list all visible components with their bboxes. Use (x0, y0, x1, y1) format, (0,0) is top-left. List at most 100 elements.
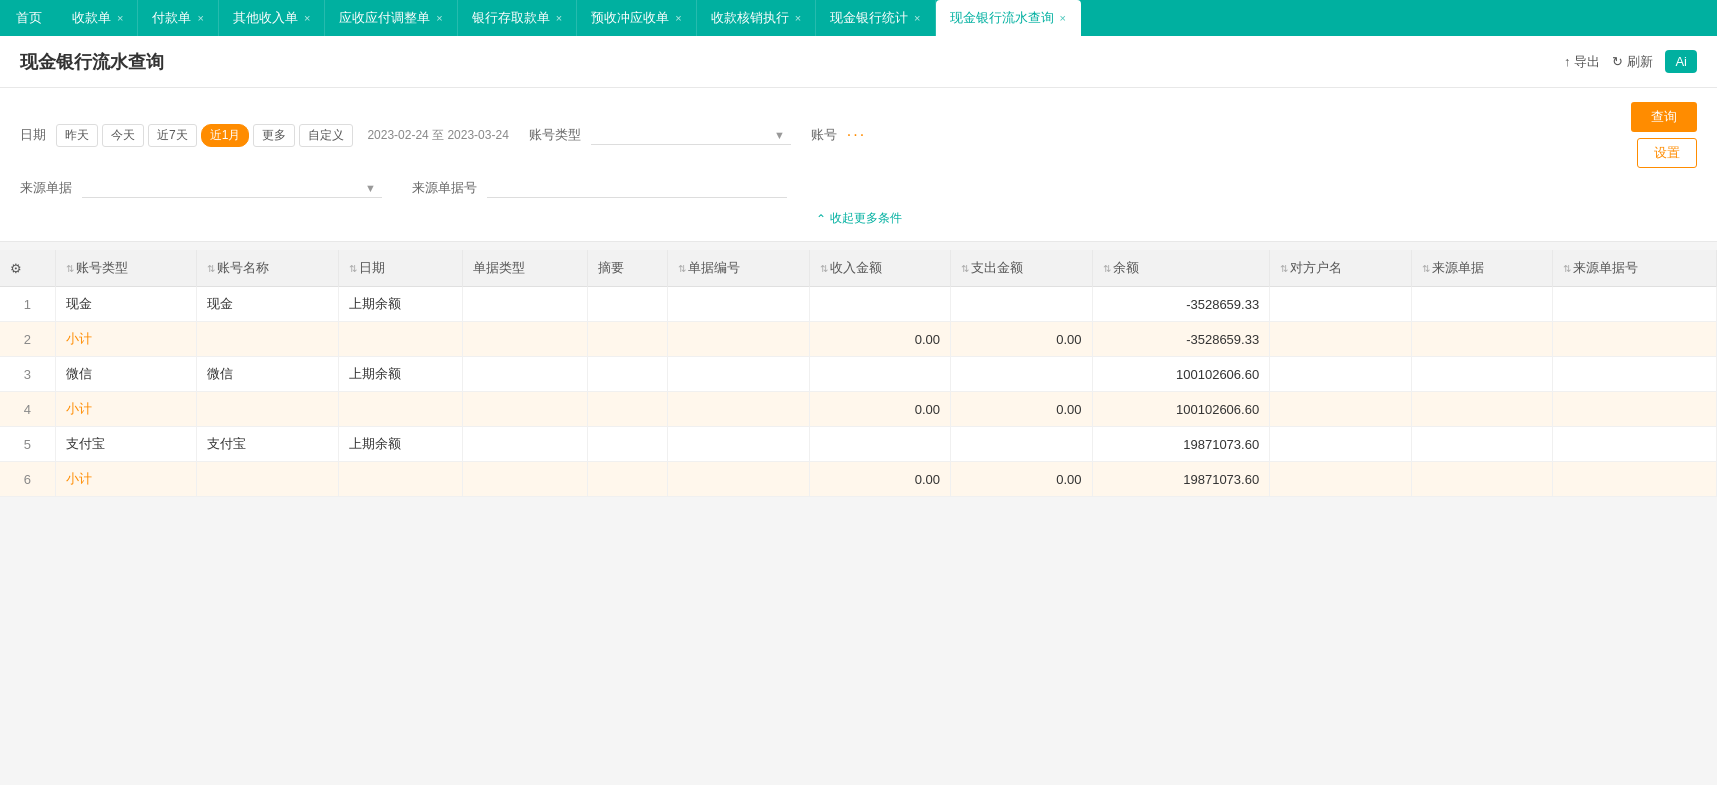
nav-tab-现金银行统计[interactable]: 现金银行统计× (816, 0, 935, 36)
sort-icon: ⇅ (1563, 263, 1571, 274)
cell-source_doc_no (1553, 392, 1717, 427)
cell-account_name: 现金 (197, 287, 339, 322)
row-num-cell: 1 (0, 287, 55, 322)
cell-doc_type (463, 287, 587, 322)
date-btn-更多[interactable]: 更多 (253, 124, 295, 147)
settings-button[interactable]: 设置 (1637, 138, 1697, 168)
source-doc-no-filter-group: 来源单据号 (412, 178, 787, 198)
date-label: 日期 (20, 126, 46, 144)
nav-tab-收款单[interactable]: 收款单× (58, 0, 138, 36)
collapse-button[interactable]: ⌃ 收起更多条件 (816, 210, 902, 227)
refresh-icon: ↻ (1612, 54, 1623, 69)
source-doc-no-input[interactable] (487, 178, 787, 198)
cell-source_doc_no (1553, 322, 1717, 357)
table-row: 5支付宝支付宝上期余额19871073.60 (0, 427, 1717, 462)
account-type-value (597, 127, 601, 142)
col-header-source_doc_no[interactable]: ⇅来源单据号 (1553, 250, 1717, 287)
nav-tab-预收冲应收单[interactable]: 预收冲应收单× (577, 0, 696, 36)
col-header-summary: 摘要 (587, 250, 667, 287)
col-header-source_doc[interactable]: ⇅来源单据 (1411, 250, 1553, 287)
query-button[interactable]: 查询 (1631, 102, 1697, 132)
tab-close-icon[interactable]: × (436, 12, 442, 24)
export-icon: ↑ (1564, 54, 1571, 69)
cell-account_type: 现金 (55, 287, 197, 322)
account-more-button[interactable]: ··· (847, 126, 866, 144)
col-header-account_type[interactable]: ⇅账号类型 (55, 250, 197, 287)
cell-doc_no (668, 287, 810, 322)
date-btn-近7天[interactable]: 近7天 (148, 124, 197, 147)
cell-account_type: 支付宝 (55, 427, 197, 462)
chevron-down-icon-2: ▼ (365, 182, 376, 194)
row-num-cell: 4 (0, 392, 55, 427)
cell-doc_type (463, 427, 587, 462)
cell-account_name (197, 462, 339, 497)
date-btn-自定义[interactable]: 自定义 (299, 124, 353, 147)
cell-date: 上期余额 (338, 357, 462, 392)
date-btn-昨天[interactable]: 昨天 (56, 124, 98, 147)
cell-counterpart (1270, 462, 1412, 497)
tab-close-icon[interactable]: × (117, 12, 123, 24)
cell-source_doc (1411, 322, 1553, 357)
col-header-income[interactable]: ⇅收入金额 (809, 250, 951, 287)
cell-balance: -3528659.33 (1092, 322, 1270, 357)
cell-summary (587, 357, 667, 392)
source-doc-filter-group: 来源单据 ▼ (20, 178, 382, 198)
nav-tab-付款单[interactable]: 付款单× (138, 0, 218, 36)
cell-income: 0.00 (809, 392, 951, 427)
cell-balance: 100102606.60 (1092, 392, 1270, 427)
col-header-doc_type: 单据类型 (463, 250, 587, 287)
col-header-balance[interactable]: ⇅余额 (1092, 250, 1270, 287)
cell-account_type: 小计 (55, 462, 197, 497)
nav-tab-银行存取款单[interactable]: 银行存取款单× (458, 0, 577, 36)
row-num-cell: 2 (0, 322, 55, 357)
tab-close-icon[interactable]: × (914, 12, 920, 24)
refresh-button[interactable]: ↻ 刷新 (1612, 53, 1653, 71)
cell-account_name (197, 392, 339, 427)
header-bar: 现金银行流水查询 ↑ 导出 ↻ 刷新 Ai (0, 36, 1717, 88)
cell-source_doc (1411, 287, 1553, 322)
col-header-gear: ⚙ (0, 250, 55, 287)
chevron-down-icon: ▼ (774, 129, 785, 141)
account-type-select[interactable]: ▼ (591, 125, 791, 145)
cell-account_type: 小计 (55, 392, 197, 427)
col-header-expense[interactable]: ⇅支出金额 (951, 250, 1093, 287)
col-header-counterpart[interactable]: ⇅对方户名 (1270, 250, 1412, 287)
cell-account_name: 支付宝 (197, 427, 339, 462)
date-btn-近1月[interactable]: 近1月 (201, 124, 250, 147)
nav-tab-收款核销执行[interactable]: 收款核销执行× (697, 0, 816, 36)
ai-button[interactable]: Ai (1665, 50, 1697, 73)
filter-row-2: 来源单据 ▼ 来源单据号 (20, 178, 1697, 198)
export-button[interactable]: ↑ 导出 (1564, 53, 1601, 71)
sort-icon: ⇅ (349, 263, 357, 274)
source-doc-label: 来源单据 (20, 179, 72, 197)
col-header-date[interactable]: ⇅日期 (338, 250, 462, 287)
tab-close-icon[interactable]: × (1060, 12, 1066, 24)
tab-close-icon[interactable]: × (556, 12, 562, 24)
tab-close-icon[interactable]: × (795, 12, 801, 24)
header-actions: ↑ 导出 ↻ 刷新 Ai (1564, 50, 1697, 73)
source-doc-select[interactable]: ▼ (82, 178, 382, 198)
account-label: 账号 (811, 126, 837, 144)
col-header-doc_no[interactable]: ⇅单据编号 (668, 250, 810, 287)
table-header: ⚙⇅账号类型⇅账号名称⇅日期单据类型摘要⇅单据编号⇅收入金额⇅支出金额⇅余额⇅对… (0, 250, 1717, 287)
cell-expense (951, 357, 1093, 392)
cell-income (809, 357, 951, 392)
source-doc-value (88, 180, 92, 195)
nav-tab-其他收入单[interactable]: 其他收入单× (219, 0, 325, 36)
date-btn-今天[interactable]: 今天 (102, 124, 144, 147)
tab-close-icon[interactable]: × (197, 12, 203, 24)
cell-counterpart (1270, 287, 1412, 322)
nav-home[interactable]: 首页 (0, 9, 58, 27)
tab-close-icon[interactable]: × (675, 12, 681, 24)
sort-icon: ⇅ (66, 263, 74, 274)
tab-close-icon[interactable]: × (304, 12, 310, 24)
cell-doc_no (668, 392, 810, 427)
table-wrap: ⚙⇅账号类型⇅账号名称⇅日期单据类型摘要⇅单据编号⇅收入金额⇅支出金额⇅余额⇅对… (0, 250, 1717, 497)
page-title: 现金银行流水查询 (20, 50, 164, 74)
cell-source_doc (1411, 357, 1553, 392)
nav-tab-应收应付调整单[interactable]: 应收应付调整单× (325, 0, 457, 36)
cell-account_name (197, 322, 339, 357)
cell-date (338, 392, 462, 427)
nav-tab-现金银行流水查询[interactable]: 现金银行流水查询× (936, 0, 1081, 36)
col-header-account_name[interactable]: ⇅账号名称 (197, 250, 339, 287)
